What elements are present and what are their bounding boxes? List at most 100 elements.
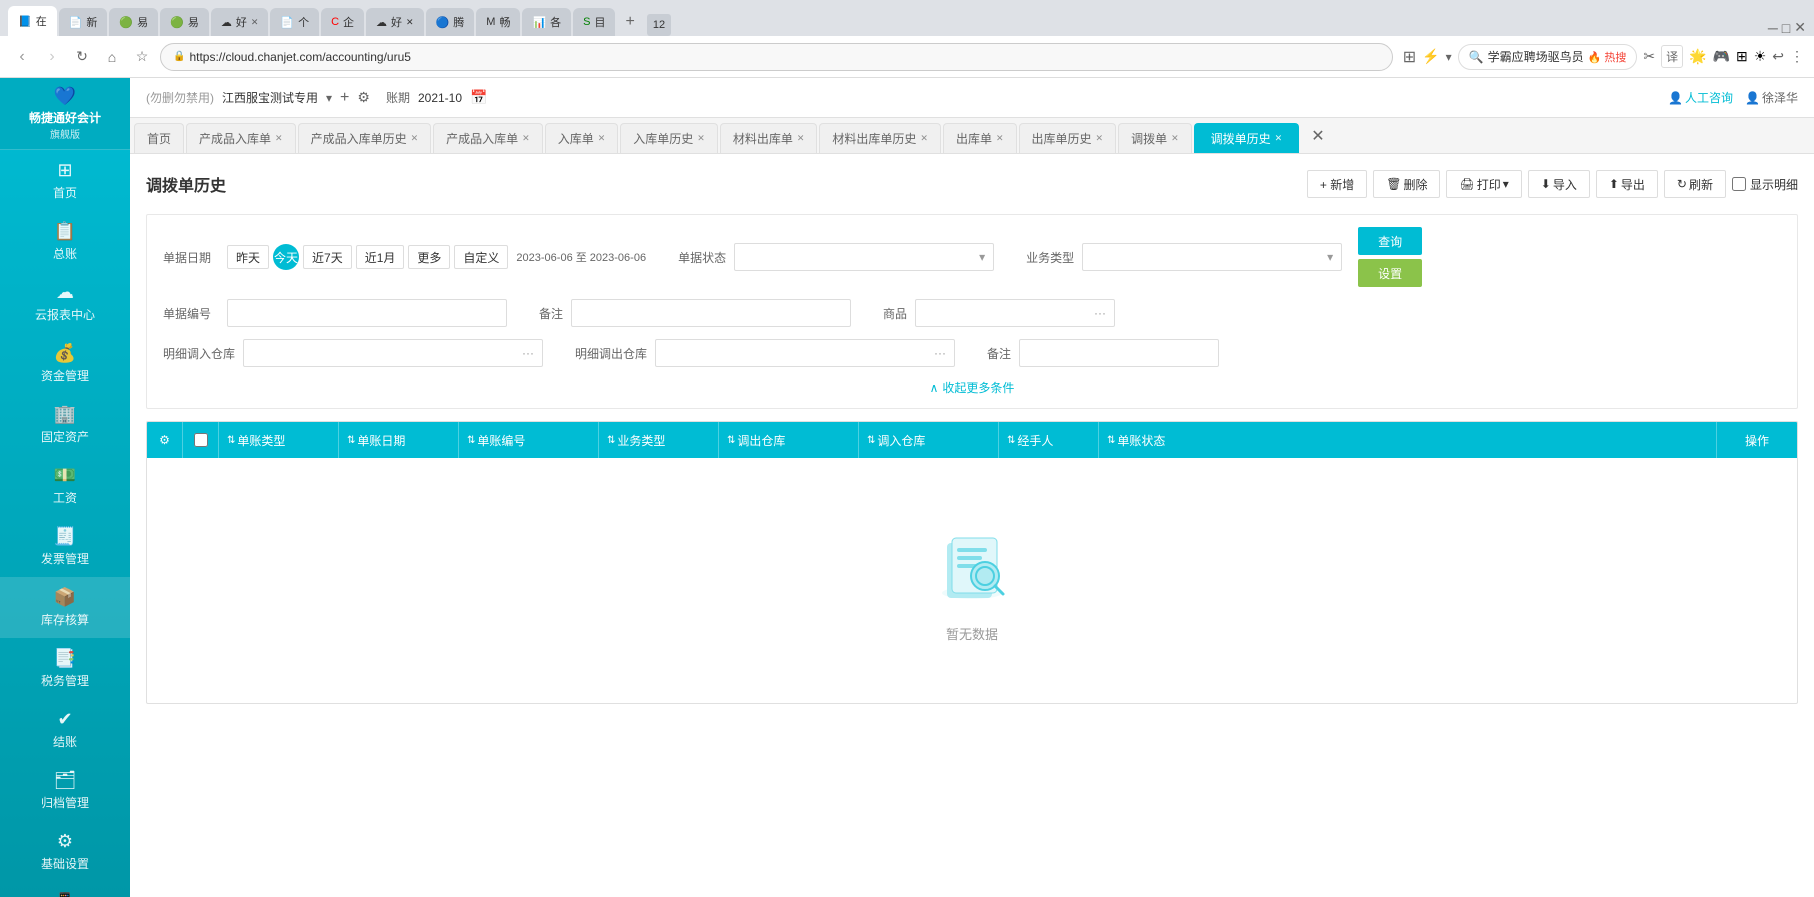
select-all-checkbox[interactable]: [194, 433, 208, 447]
th-biztype[interactable]: ⇅ 业务类型: [599, 422, 719, 458]
close-icon[interactable]: ✕: [1096, 133, 1104, 144]
tab-product-in2[interactable]: 产成品入库单 ✕: [433, 123, 543, 153]
sidebar-item-tax[interactable]: 📑 税务管理: [0, 638, 130, 699]
tab-material-out[interactable]: 材料出库单 ✕: [720, 123, 818, 153]
browser-tab-10[interactable]: 📊各: [522, 8, 571, 36]
ext-2-button[interactable]: 🎮: [1713, 48, 1730, 65]
close-icon[interactable]: ✕: [411, 133, 419, 144]
ext-3-button[interactable]: ⊞: [1736, 48, 1748, 65]
new-tab-button[interactable]: +: [617, 8, 642, 36]
nav-refresh-button[interactable]: ↻: [70, 45, 94, 69]
browser-tab-4[interactable]: ☁好 ✕: [211, 8, 269, 36]
close-icon[interactable]: ✕: [1275, 133, 1283, 144]
company-dropdown-button[interactable]: ▾: [326, 91, 332, 105]
tab-home[interactable]: 首页: [134, 123, 184, 153]
nav-back-button[interactable]: ‹: [10, 45, 34, 69]
browser-tab-3[interactable]: 🟢易: [160, 8, 209, 36]
close-icon[interactable]: ✕: [251, 17, 259, 28]
remark-input[interactable]: [571, 299, 851, 327]
tab-inbound-history[interactable]: 入库单历史 ✕: [620, 123, 718, 153]
dropdown-button[interactable]: ▾: [1446, 50, 1452, 64]
grid-view-button[interactable]: ⊞: [1403, 47, 1416, 67]
goods-select[interactable]: ···: [915, 299, 1115, 327]
refresh-button[interactable]: ↻ 刷新: [1664, 170, 1726, 198]
close-icon[interactable]: ✕: [598, 133, 606, 144]
company-settings-button[interactable]: ⚙: [357, 89, 370, 106]
sidebar-item-ledger[interactable]: 📋 总账: [0, 211, 130, 272]
browser-tab-1[interactable]: 📄新: [59, 8, 108, 36]
close-icon[interactable]: ✕: [996, 133, 1004, 144]
th-handler[interactable]: ⇅ 经手人: [999, 422, 1099, 458]
undo-button[interactable]: ↩: [1772, 48, 1784, 65]
add-company-button[interactable]: +: [340, 89, 349, 107]
tab-transfer-history[interactable]: 调拨单历史 ✕: [1194, 123, 1300, 153]
theme-button[interactable]: ☀: [1754, 48, 1767, 65]
print-button[interactable]: 🖨 打印 ▾: [1446, 170, 1521, 198]
sidebar-item-invoice[interactable]: 🧾 发票管理: [0, 516, 130, 577]
nav-home-button[interactable]: ⌂: [100, 45, 124, 69]
query-button[interactable]: 查询: [1358, 227, 1422, 255]
tab-outbound[interactable]: 出库单 ✕: [943, 123, 1017, 153]
translate-button[interactable]: 译: [1661, 45, 1683, 68]
close-icon[interactable]: ✕: [275, 133, 283, 144]
window-close-button[interactable]: ✕: [1794, 19, 1806, 36]
scissors-button[interactable]: ✂: [1643, 48, 1655, 65]
close-icon[interactable]: ✕: [920, 133, 928, 144]
browser-tab-7[interactable]: ☁好 ✕: [366, 8, 424, 36]
browser-tab-8[interactable]: 🔵腾: [426, 8, 475, 36]
th-type[interactable]: ⇅ 单账类型: [219, 422, 339, 458]
sidebar-item-settings[interactable]: ⚙ 基础设置: [0, 821, 130, 882]
th-checkbox[interactable]: [183, 422, 219, 458]
th-settings[interactable]: ⚙: [147, 422, 183, 458]
menu-button[interactable]: ⋮: [1790, 48, 1804, 65]
nav-star-button[interactable]: ☆: [130, 45, 154, 69]
lightning-button[interactable]: ⚡: [1422, 48, 1439, 65]
sidebar-item-fund[interactable]: 💰 资金管理: [0, 333, 130, 394]
close-icon[interactable]: ✕: [797, 133, 805, 144]
ext-1-button[interactable]: 🌟: [1689, 48, 1706, 65]
close-icon[interactable]: ✕: [1171, 133, 1179, 144]
tab-product-in[interactable]: 产成品入库单 ✕: [186, 123, 296, 153]
sidebar-item-archive[interactable]: 🗂 归档管理: [0, 760, 130, 821]
browser-tab-6[interactable]: C企: [321, 8, 364, 36]
th-code[interactable]: ⇅ 单账编号: [459, 422, 599, 458]
display-all-checkbox-label[interactable]: 显示明细: [1732, 176, 1798, 193]
calendar-icon[interactable]: 📅: [470, 89, 487, 106]
status-select[interactable]: ▾: [734, 243, 994, 271]
filter-settings-button[interactable]: 设置: [1358, 259, 1422, 287]
close-all-tabs-button[interactable]: ✕: [1305, 126, 1330, 146]
browser-tab-5[interactable]: 📄个: [270, 8, 319, 36]
tab-outbound-history[interactable]: 出库单历史 ✕: [1019, 123, 1117, 153]
more-btn[interactable]: 更多: [408, 245, 450, 269]
nav-forward-button[interactable]: ›: [40, 45, 64, 69]
sidebar-item-close-accounts[interactable]: ✔ 结账: [0, 699, 130, 760]
biztype-select[interactable]: ▾: [1082, 243, 1342, 271]
custom-btn[interactable]: 自定义: [454, 245, 508, 269]
seven-days-btn[interactable]: 近7天: [303, 245, 352, 269]
th-out-warehouse[interactable]: ⇅ 调出仓库: [719, 422, 859, 458]
window-maximize-button[interactable]: □: [1782, 20, 1790, 36]
browser-tab-2[interactable]: 🟢易: [109, 8, 158, 36]
tab-material-out-history[interactable]: 材料出库单历史 ✕: [819, 123, 941, 153]
browser-tab-11[interactable]: S目: [573, 8, 615, 36]
th-status[interactable]: ⇅ 单账状态: [1099, 422, 1717, 458]
sidebar-item-cloud-report[interactable]: ☁ 云报表中心: [0, 272, 130, 333]
today-btn[interactable]: 今天: [273, 244, 299, 270]
in-warehouse-select[interactable]: ···: [243, 339, 543, 367]
display-all-checkbox[interactable]: [1732, 177, 1746, 191]
tab-transfer[interactable]: 调拨单 ✕: [1118, 123, 1192, 153]
out-warehouse-select[interactable]: ···: [655, 339, 955, 367]
th-date[interactable]: ⇅ 单账日期: [339, 422, 459, 458]
collapse-more-button[interactable]: ∧ 收起更多条件: [930, 379, 1015, 396]
address-bar[interactable]: 🔒 https://cloud.chanjet.com/accounting/u…: [160, 43, 1393, 71]
yesterday-btn[interactable]: 昨天: [227, 245, 269, 269]
close-icon[interactable]: ✕: [406, 17, 414, 28]
window-minimize-button[interactable]: ─: [1768, 20, 1778, 36]
delete-button[interactable]: 🗑 删除: [1373, 170, 1440, 198]
note-input[interactable]: [1019, 339, 1219, 367]
tab-inbound[interactable]: 入库单 ✕: [545, 123, 619, 153]
code-input[interactable]: [227, 299, 507, 327]
new-button[interactable]: + 新增: [1307, 170, 1367, 198]
export-button[interactable]: ⬆ 导出: [1596, 170, 1658, 198]
customer-service-button[interactable]: 👤 人工咨询: [1668, 89, 1733, 106]
